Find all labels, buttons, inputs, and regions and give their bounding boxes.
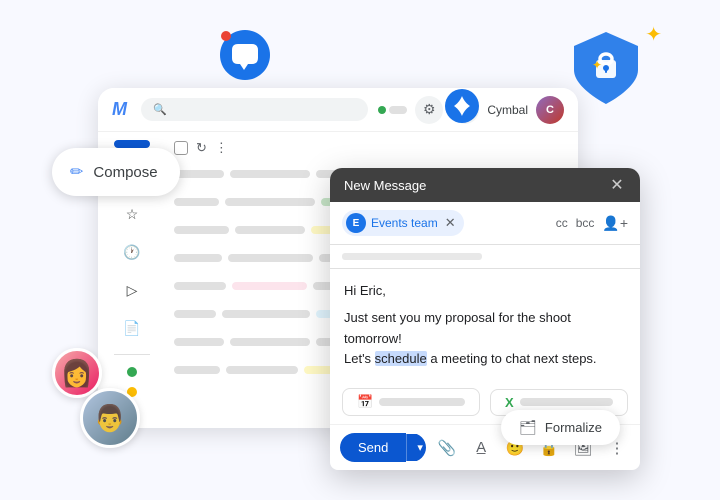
avatar-female: 👩 (52, 348, 102, 398)
suggestion-chip-calendar[interactable]: 📅 (342, 388, 480, 416)
cymbal-label: Cymbal (487, 103, 528, 117)
recipient-avatar: E (346, 213, 366, 233)
email-toolbar: ↻ ⋮ (166, 136, 578, 160)
body-line2: Just sent you my proposal for the shoot … (344, 308, 626, 350)
body-line3-post: a meeting to chat next steps. (427, 351, 597, 366)
gmail-logo: M (112, 99, 127, 120)
label-dot-green (127, 367, 137, 377)
sparkle-decoration-1: ✦ (645, 22, 662, 47)
cc-label[interactable]: cc (556, 216, 568, 230)
subject-placeholder (342, 253, 482, 260)
body-line3-pre: Let's (344, 351, 375, 366)
sidebar-icon-drafts[interactable]: 📄 (108, 314, 156, 342)
send-dropdown-arrow[interactable]: ▾ (406, 434, 426, 461)
compose-button[interactable]: ✏ Compose (52, 148, 180, 196)
compose-window-header: New Message ✕ (330, 168, 640, 202)
settings-icon[interactable]: ⚙ (415, 96, 443, 124)
add-recipient-icon[interactable]: 👤+ (602, 215, 628, 232)
cc-bcc-area: cc bcc 👤+ (556, 215, 628, 232)
security-shield (570, 28, 642, 113)
bcc-label[interactable]: bcc (576, 216, 595, 230)
sidebar-nav: ☰ ☆ 🕐 ▷ 📄 (108, 158, 156, 417)
formalize-label: Formalize (545, 420, 602, 435)
more-options-icon[interactable]: ⋮ (215, 140, 228, 156)
sparkle-decoration-2: ✦ (592, 58, 602, 72)
gmail-search-bar[interactable]: 🔍 (141, 98, 368, 121)
gmail-header: M 🔍 ⚙ Cymbal C (98, 88, 578, 132)
send-button-group[interactable]: Send ▾ (340, 433, 426, 462)
compose-label: Compose (93, 164, 157, 181)
suggestion-text-bar (379, 398, 465, 406)
compose-window-title: New Message (344, 178, 426, 193)
sidebar-icon-snoozed[interactable]: 🕐 (108, 238, 156, 266)
body-greeting: Hi Eric, (344, 281, 626, 302)
gemini-ai-icon (444, 88, 480, 129)
person-silhouette-female: 👩 (61, 358, 93, 389)
pencil-icon: ✏ (70, 162, 83, 182)
compose-body[interactable]: Hi Eric, Just sent you my proposal for t… (330, 269, 640, 382)
formalize-icon: 🗂 (519, 419, 537, 436)
body-line3: Let's schedule a meeting to chat next st… (344, 349, 626, 370)
attachment-icon[interactable]: 📎 (434, 434, 460, 462)
status-dot (378, 106, 386, 114)
close-icon: ✕ (610, 175, 623, 195)
inbox-label[interactable] (114, 140, 150, 148)
compose-body-text: Hi Eric, Just sent you my proposal for t… (344, 281, 626, 370)
compose-close-button[interactable]: ✕ (608, 176, 626, 194)
chat-bubble-decoration (218, 28, 272, 87)
user-avatar[interactable]: C (536, 96, 564, 124)
formalize-button[interactable]: 🗂 Formalize (501, 410, 620, 445)
select-all-checkbox[interactable] (174, 141, 188, 155)
body-line3-highlight: schedule (375, 351, 427, 366)
sidebar-icon-starred[interactable]: ☆ (108, 200, 156, 228)
recipient-name: Events team (371, 216, 438, 230)
person-silhouette-male: 👨 (94, 403, 126, 434)
sidebar-icon-sent[interactable]: ▷ (108, 276, 156, 304)
chip-remove-button[interactable]: ✕ (445, 215, 456, 231)
avatar-male: 👨 (80, 388, 140, 448)
compose-to-row: E Events team ✕ cc bcc 👤+ (330, 202, 640, 245)
sheets-icon: X (505, 395, 514, 410)
format-text-icon[interactable]: A̲ (468, 434, 494, 462)
recipient-chip[interactable]: E Events team ✕ (342, 210, 464, 236)
refresh-icon[interactable]: ↻ (196, 140, 207, 156)
suggestion-text-bar-2 (520, 398, 613, 406)
send-button[interactable]: Send (340, 433, 406, 462)
calendar-icon: 📅 (357, 394, 373, 410)
